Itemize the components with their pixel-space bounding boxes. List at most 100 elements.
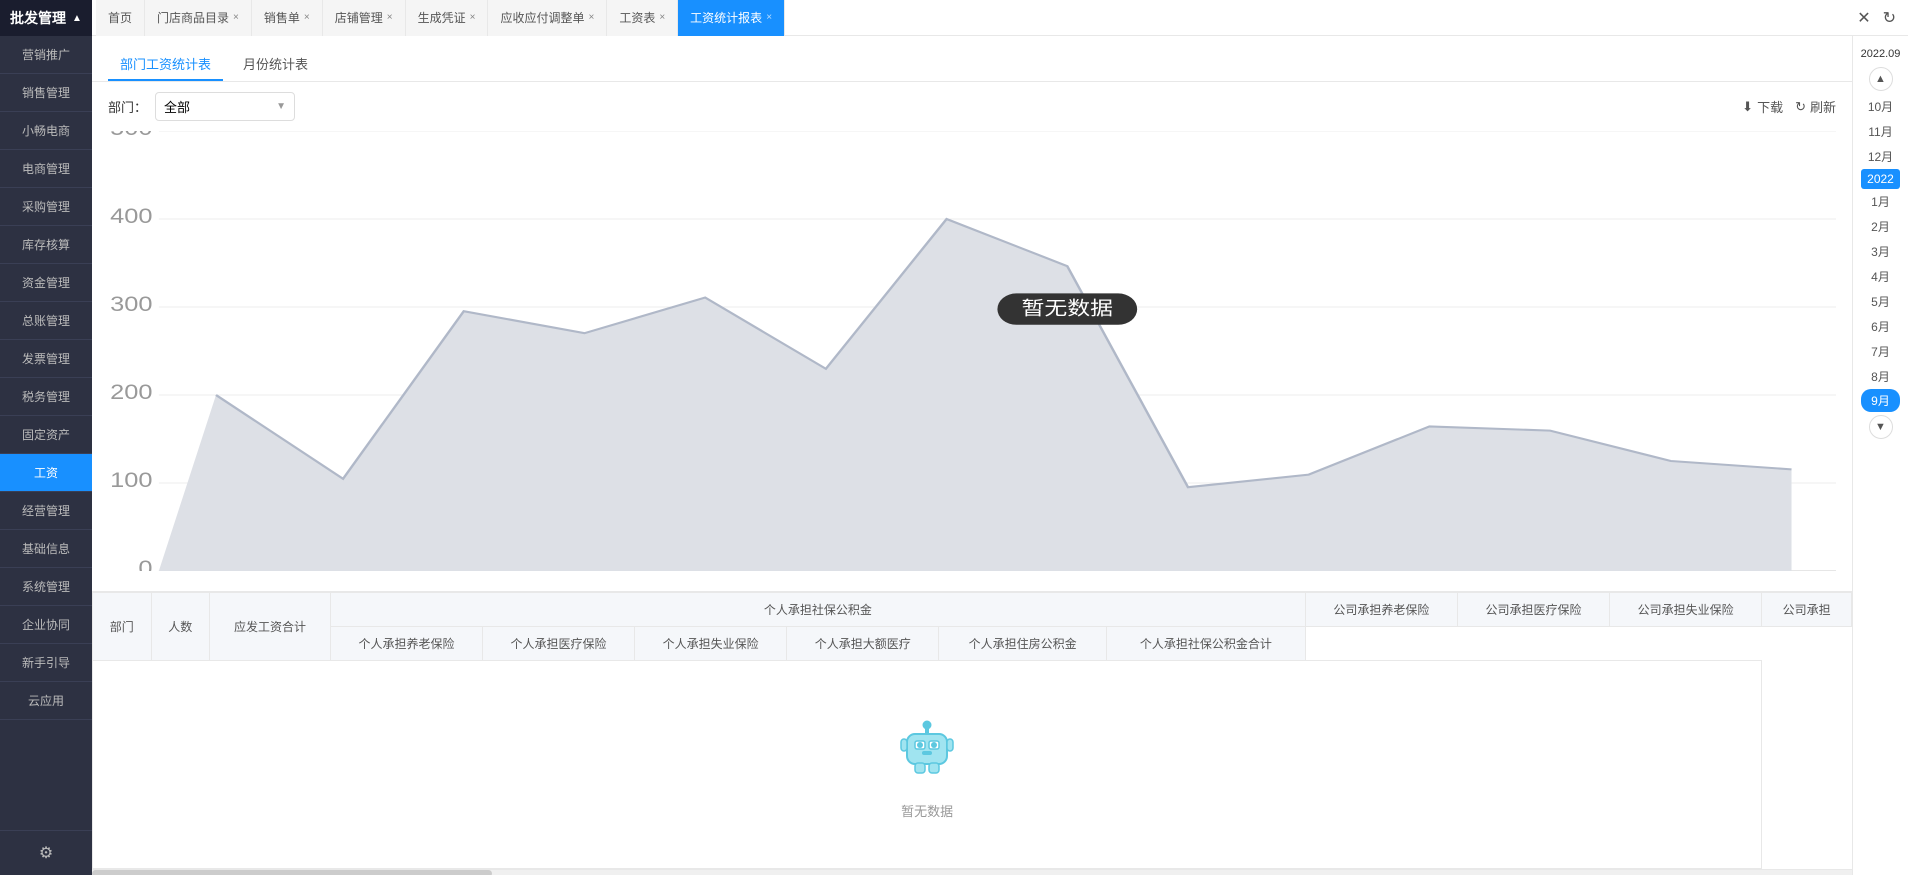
empty-state: 暂无数据 [103,669,1751,860]
dept-value: 全部 [164,97,190,116]
sidebar-item-ecommerce[interactable]: 电商管理 [0,150,92,188]
download-button[interactable]: ⬇ 下载 [1742,97,1783,116]
timeline-entry-2022-12[interactable]: 12月 [1861,144,1900,169]
sidebar-item-sales[interactable]: 销售管理 [0,74,92,112]
timeline-entry-2022-10[interactable]: 10月 [1861,94,1900,119]
tab-payroll[interactable]: 工资表 × [607,0,678,36]
sidebar-item-ledger[interactable]: 总账管理 [0,302,92,340]
sidebar-item-marketing[interactable]: 营销推广 [0,36,92,74]
tab-home[interactable]: 首页 [96,0,145,36]
svg-text:暂无数据: 暂无数据 [1022,298,1114,319]
col-company-other: 公司承担 [1762,593,1852,627]
empty-text: 暂无数据 [901,801,953,820]
svg-text:500: 500 [110,131,152,140]
tab-sales[interactable]: 销售单 × [252,0,323,36]
tab-close-sales[interactable]: × [304,12,310,23]
sidebar-item-info[interactable]: 基础信息 [0,530,92,568]
sidebar-item-purchase[interactable]: 采购管理 [0,188,92,226]
timeline-entry-2022[interactable]: 2022 [1861,169,1900,189]
tab-label-store: 店铺管理 [335,9,383,26]
timeline-entry-2022-11[interactable]: 11月 [1861,119,1900,144]
svg-text:400: 400 [110,204,152,227]
dept-select[interactable]: 全部 ▼ [155,92,295,121]
close-all-button[interactable]: ✕ [1853,6,1874,30]
bottom-scrollbar[interactable] [92,869,1852,875]
sidebar-item-invoice[interactable]: 发票管理 [0,340,92,378]
sidebar-header-label: 批发管理 [10,8,66,28]
sidebar-footer[interactable]: ⚙ [0,830,92,875]
empty-state-row: 暂无数据 [93,661,1762,869]
col-total: 应发工资合计 [210,593,331,661]
sidebar-item-enterprise[interactable]: 企业协同 [0,606,92,644]
sidebar-item-finance[interactable]: 资金管理 [0,264,92,302]
col-personal-medical: 个人承担医疗保险 [483,627,635,661]
col-dept: 部门 [93,593,152,661]
timeline-current-date: 2022.09 [1859,44,1903,64]
sidebar-item-system[interactable]: 系统管理 [0,568,92,606]
chart-area: 0 100 200 300 400 500 暂无 [92,131,1852,591]
sidebar-header-arrow: ▲ [72,13,82,24]
download-label: 下载 [1757,97,1783,116]
timeline-entry-2023-06[interactable]: 6月 [1861,314,1900,339]
timeline-up-button[interactable]: ▲ [1869,67,1893,91]
settings-icon: ⚙ [39,845,53,862]
tab-store[interactable]: 店铺管理 × [323,0,406,36]
tab-close-product[interactable]: × [233,12,239,23]
timeline-entry-2023-08[interactable]: 8月 [1861,364,1900,389]
timeline-down-button[interactable]: ▼ [1869,415,1893,439]
tab-dept[interactable]: 部门工资统计表 [108,48,223,81]
dept-dropdown-arrow: ▼ [276,101,286,112]
tab-receivable[interactable]: 应收应付调整单 × [488,0,607,36]
sub-tabs: 部门工资统计表 月份统计表 [92,48,1852,82]
main-panel: 部门工资统计表 月份统计表 部门： 全部 ▼ ⬇ 下载 [92,36,1852,875]
refresh-label: 刷新 [1810,97,1836,116]
sidebar-item-newguide[interactable]: 新手引导 [0,644,92,682]
refresh-icon: ↻ [1795,99,1806,115]
sidebar-item-salary[interactable]: 工资 [0,454,92,492]
sidebar-item-ecommerce-small[interactable]: 小畅电商 [0,112,92,150]
col-company-pension: 公司承担养老保险 [1305,593,1457,627]
col-group-personal: 个人承担社保公积金 [330,593,1305,627]
svg-text:300: 300 [110,292,152,315]
svg-text:0: 0 [138,556,152,571]
sidebar-item-cloud[interactable]: 云应用 [0,682,92,720]
tab-close-payroll-report[interactable]: × [766,12,772,23]
timeline-entry-2023-07[interactable]: 7月 [1861,339,1900,364]
timeline-entry-2023-01[interactable]: 1月 [1861,189,1900,214]
sidebar-item-inventory[interactable]: 库存核算 [0,226,92,264]
tab-month[interactable]: 月份统计表 [231,48,320,81]
timeline-entry-2023-09[interactable]: 9月 [1861,389,1900,412]
tab-label-payroll-report: 工资统计报表 [690,9,762,26]
tab-payroll-report[interactable]: 工资统计报表 × [678,0,785,36]
tab-label-sales: 销售单 [264,9,300,26]
refresh-tab-button[interactable]: ↻ [1879,6,1900,30]
tab-product[interactable]: 门店商品目录× [145,0,252,36]
tab-close-store[interactable]: × [387,12,393,23]
content-area: 部门工资统计表 月份统计表 部门： 全部 ▼ ⬇ 下载 [92,36,1908,875]
svg-text:200: 200 [110,380,152,403]
tab-close-payroll[interactable]: × [659,12,665,23]
timeline-entry-2023-03[interactable]: 3月 [1861,239,1900,264]
toolbar-right: ⬇ 下载 ↻ 刷新 [1742,97,1836,116]
tab-label-voucher: 生成凭证 [418,9,466,26]
sidebar-item-tax[interactable]: 税务管理 [0,378,92,416]
timeline-entry-2023-04[interactable]: 4月 [1861,264,1900,289]
toolbar-left: 部门： 全部 ▼ [108,92,295,121]
sidebar-header[interactable]: 批发管理 ▲ [0,0,92,36]
col-count: 人数 [151,593,210,661]
refresh-button[interactable]: ↻ 刷新 [1795,97,1836,116]
scrollbar-thumb[interactable] [92,870,492,875]
tab-voucher[interactable]: 生成凭证 × [406,0,489,36]
timeline-entry-2023-05[interactable]: 5月 [1861,289,1900,314]
tab-label-payroll: 工资表 [619,9,655,26]
timeline-entry-2023-02[interactable]: 2月 [1861,214,1900,239]
sidebar-item-assets[interactable]: 固定资产 [0,416,92,454]
tab-close-voucher[interactable]: × [470,12,476,23]
dept-label: 部门： [108,97,147,116]
chart-container: 0 100 200 300 400 500 暂无 [108,131,1836,571]
tab-close-receivable[interactable]: × [588,12,594,23]
chart-svg: 0 100 200 300 400 500 暂无 [108,131,1836,571]
col-company-unemployment: 公司承担失业保险 [1610,593,1762,627]
tab-label-receivable: 应收应付调整单 [500,9,584,26]
sidebar-item-operations[interactable]: 经营管理 [0,492,92,530]
